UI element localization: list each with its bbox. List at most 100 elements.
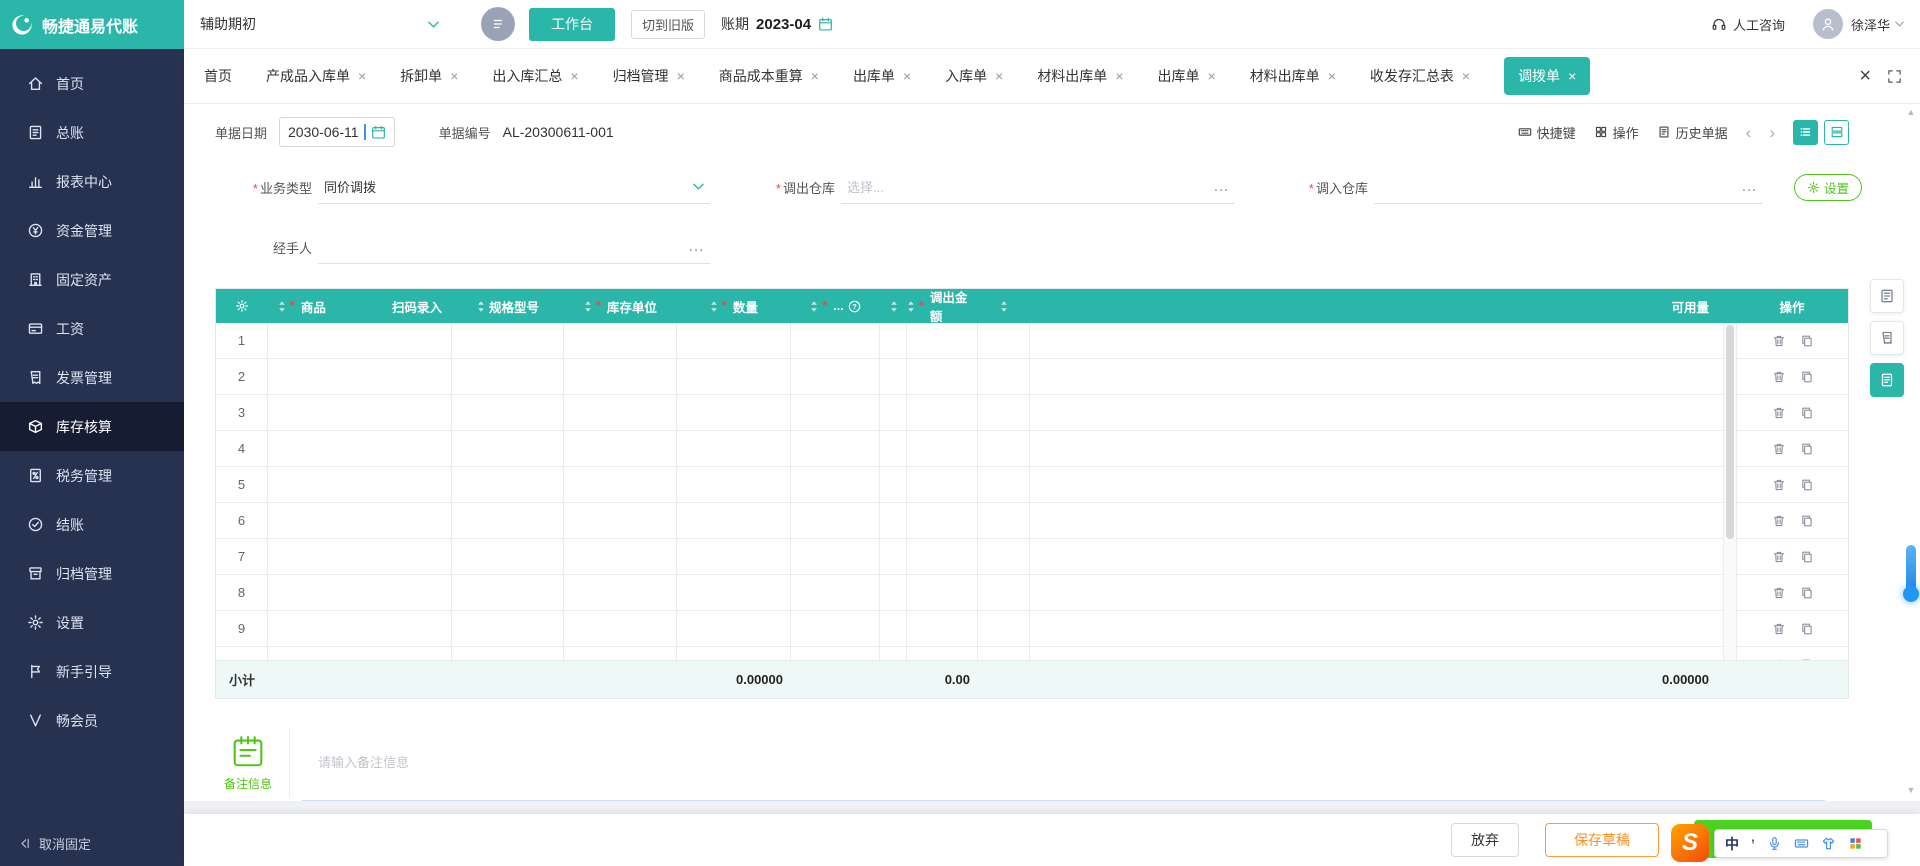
cell-amount[interactable]: [907, 323, 978, 358]
switch-old-version-button[interactable]: 切到旧版: [631, 9, 706, 39]
cell-price[interactable]: [791, 431, 880, 466]
cell-price[interactable]: [791, 323, 880, 358]
cell-x2[interactable]: [978, 647, 1030, 660]
calendar-icon[interactable]: [371, 125, 386, 140]
cell-qty[interactable]: [677, 323, 791, 358]
sort-icon[interactable]: [907, 300, 915, 312]
sidebar-item-invoice[interactable]: 发票管理: [0, 353, 184, 402]
cell-amount[interactable]: [907, 467, 978, 502]
cell-x1[interactable]: [880, 611, 907, 646]
toolbox-grid-icon[interactable]: [1848, 836, 1863, 851]
skin-icon[interactable]: [1821, 836, 1836, 851]
tab-close-icon[interactable]: ×: [1208, 69, 1216, 83]
tab-产成品入库单[interactable]: 产成品入库单 ×: [266, 66, 366, 86]
sidebar-item-archive[interactable]: 归档管理: [0, 549, 184, 598]
doc-date-input[interactable]: 2030-06-11: [279, 117, 395, 147]
save-draft-button[interactable]: 保存草稿: [1545, 823, 1659, 857]
column-header-x2[interactable]: [978, 289, 1030, 323]
keyboard-icon[interactable]: [1794, 836, 1809, 851]
cell-amount[interactable]: [907, 359, 978, 394]
copy-row-icon[interactable]: [1800, 622, 1814, 636]
copy-row-icon[interactable]: [1800, 658, 1814, 660]
sidebar-item-member[interactable]: 畅会员: [0, 696, 184, 745]
history-docs-button[interactable]: 历史单据: [1657, 123, 1728, 142]
column-header-spec[interactable]: 规格型号: [452, 289, 564, 323]
column-header-avail[interactable]: 可用量: [1030, 289, 1723, 323]
cell-avail[interactable]: [1030, 503, 1723, 538]
cell-price[interactable]: [791, 539, 880, 574]
tab-close-icon[interactable]: ×: [570, 69, 578, 83]
cell-unit[interactable]: [564, 647, 677, 660]
cell-x2[interactable]: [978, 539, 1030, 574]
column-header-unit[interactable]: * 库存单位: [564, 289, 677, 323]
sidebar-item-guide[interactable]: 新手引导: [0, 647, 184, 696]
ime-logo[interactable]: S: [1671, 824, 1709, 862]
cell-product[interactable]: [268, 611, 452, 646]
cell-avail[interactable]: [1030, 323, 1723, 358]
cell-price[interactable]: [791, 611, 880, 646]
user-menu[interactable]: 徐泽华: [1851, 15, 1904, 34]
copy-row-icon[interactable]: [1800, 370, 1814, 384]
cell-amount[interactable]: [907, 431, 978, 466]
unpin-button[interactable]: 取消固定: [0, 820, 184, 866]
cell-price[interactable]: [791, 395, 880, 430]
tab-close-icon[interactable]: ×: [677, 69, 685, 83]
cell-amount[interactable]: [907, 503, 978, 538]
sort-icon[interactable]: [584, 300, 592, 312]
list-view-button[interactable]: [1793, 119, 1818, 145]
cell-price[interactable]: [791, 467, 880, 502]
tab-close-icon[interactable]: ×: [1462, 69, 1470, 83]
tab-商品成本重算[interactable]: 商品成本重算 ×: [719, 66, 819, 86]
sidebar-item-settings[interactable]: 设置: [0, 598, 184, 647]
copy-row-icon[interactable]: [1800, 406, 1814, 420]
cell-x1[interactable]: [880, 503, 907, 538]
cell-product[interactable]: [268, 575, 452, 610]
cell-price[interactable]: [791, 359, 880, 394]
delete-row-icon[interactable]: [1772, 334, 1786, 348]
sort-icon[interactable]: [890, 300, 898, 312]
fullscreen-icon[interactable]: [1887, 69, 1902, 84]
column-header-x1[interactable]: [880, 289, 907, 323]
cell-product[interactable]: [268, 323, 452, 358]
tab-出库单[interactable]: 出库单 ×: [1158, 66, 1216, 86]
cell-qty[interactable]: [677, 395, 791, 430]
cell-x2[interactable]: [978, 359, 1030, 394]
cell-qty[interactable]: [677, 467, 791, 502]
cell-x1[interactable]: [880, 575, 907, 610]
sidebar-item-home[interactable]: 首页: [0, 59, 184, 108]
cell-avail[interactable]: [1030, 431, 1723, 466]
page-scrollbar-bulb[interactable]: [1903, 586, 1919, 602]
tab-材料出库单[interactable]: 材料出库单 ×: [1037, 66, 1123, 86]
tab-出库单[interactable]: 出库单 ×: [853, 66, 911, 86]
handler-input[interactable]: …: [318, 230, 710, 264]
cell-spec[interactable]: [452, 359, 564, 394]
delete-row-icon[interactable]: [1772, 442, 1786, 456]
cell-unit[interactable]: [564, 611, 677, 646]
delete-row-icon[interactable]: [1772, 550, 1786, 564]
delete-row-icon[interactable]: [1772, 514, 1786, 528]
cell-qty[interactable]: [677, 431, 791, 466]
operation-menu-button[interactable]: 操作: [1594, 123, 1639, 142]
business-type-select[interactable]: 同价调拨: [318, 170, 710, 204]
cell-unit[interactable]: [564, 467, 677, 502]
scroll-down-icon[interactable]: ▼: [1904, 786, 1918, 795]
delete-row-icon[interactable]: [1772, 658, 1786, 660]
cell-avail[interactable]: [1030, 611, 1723, 646]
cell-x1[interactable]: [880, 431, 907, 466]
cell-product[interactable]: [268, 395, 452, 430]
ellipsis-picker-icon[interactable]: …: [1213, 178, 1229, 194]
sidebar-item-closing[interactable]: 结账: [0, 500, 184, 549]
microphone-icon[interactable]: [1767, 836, 1782, 851]
tab-close-icon[interactable]: ×: [1328, 69, 1336, 83]
copy-row-icon[interactable]: [1800, 334, 1814, 348]
cell-x1[interactable]: [880, 467, 907, 502]
delete-row-icon[interactable]: [1772, 586, 1786, 600]
tab-close-icon[interactable]: ×: [450, 69, 458, 83]
copy-row-icon[interactable]: [1800, 586, 1814, 600]
tab-材料出库单[interactable]: 材料出库单 ×: [1250, 66, 1336, 86]
cell-avail[interactable]: [1030, 575, 1723, 610]
avatar[interactable]: [1812, 9, 1843, 39]
calendar-icon[interactable]: [818, 17, 833, 32]
next-doc-icon[interactable]: ›: [1769, 124, 1775, 141]
sort-icon[interactable]: [278, 300, 286, 312]
